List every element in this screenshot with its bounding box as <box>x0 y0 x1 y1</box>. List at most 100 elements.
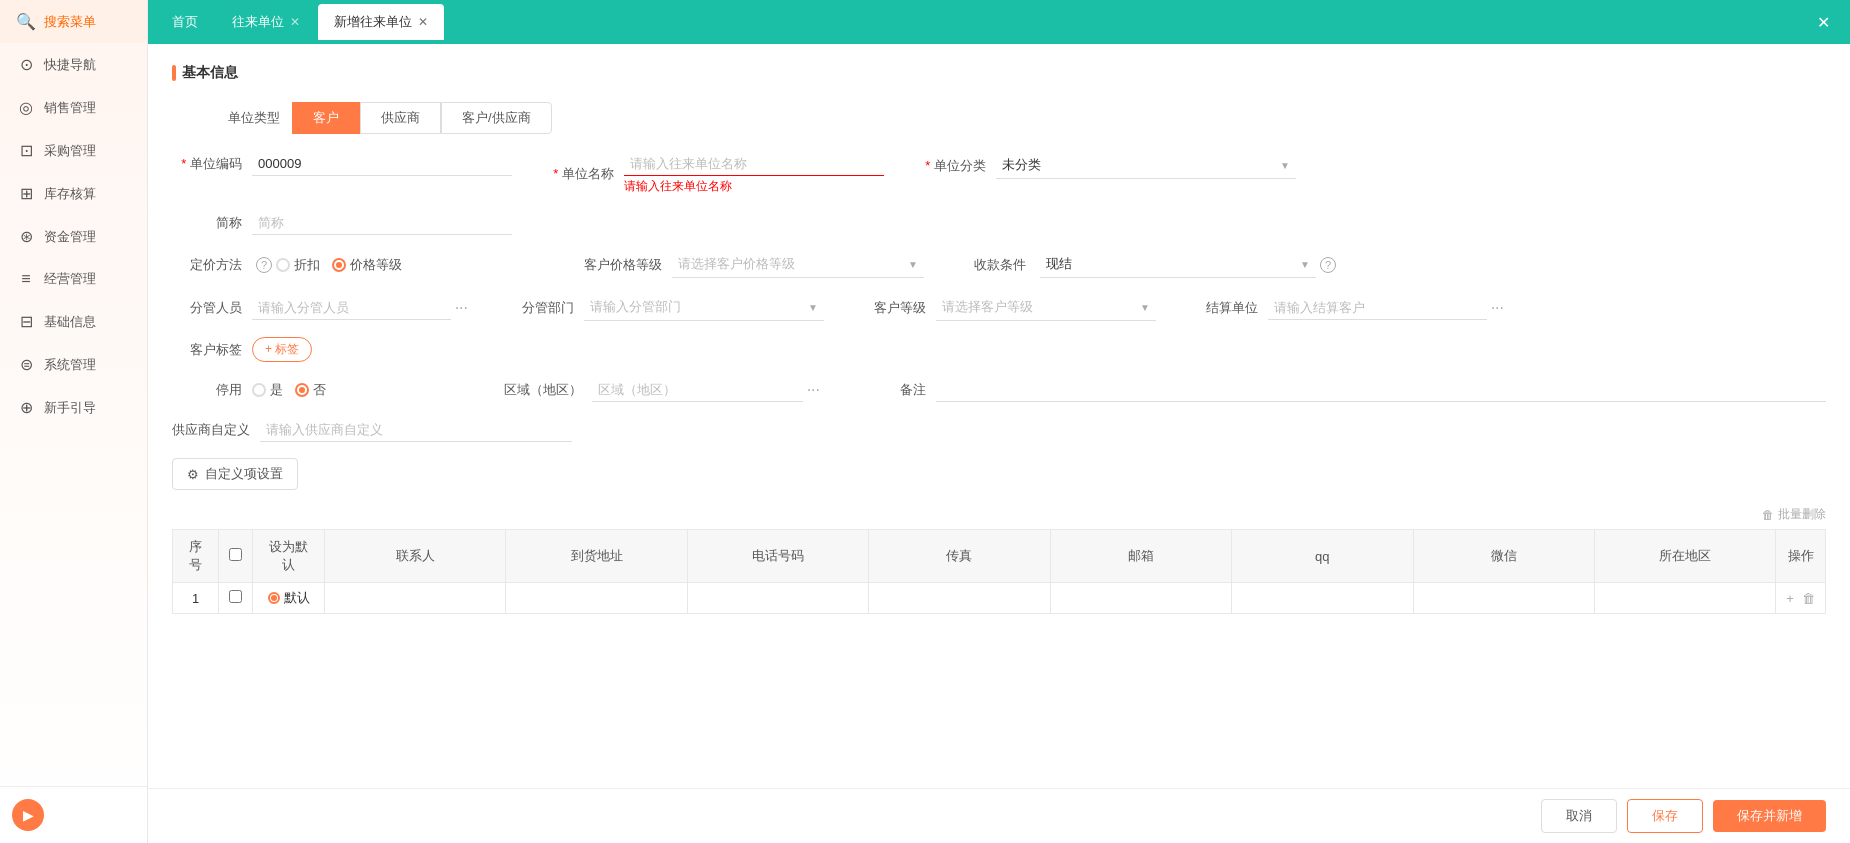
type-btn-both[interactable]: 客户/供应商 <box>441 102 552 134</box>
sidebar-item-label: 新手引导 <box>44 399 96 417</box>
radio-price-level[interactable]: 价格等级 <box>332 256 402 274</box>
wechat-input[interactable] <box>1424 591 1584 606</box>
category-select[interactable]: 未分类 ▼ <box>996 152 1296 179</box>
supplier-custom-label: 供应商自定义 <box>172 421 260 439</box>
sidebar-item-quick-nav[interactable]: ⊙ 快捷导航 <box>0 43 147 86</box>
phone-input[interactable] <box>698 591 858 606</box>
customer-price-arrow-icon: ▼ <box>908 259 918 270</box>
guide-icon: ⊕ <box>16 398 36 417</box>
settlement-input[interactable] <box>1268 296 1487 320</box>
tab-new-partner[interactable]: 新增往来单位 ✕ <box>318 4 444 40</box>
field-name: 单位名称 请输入往来单位名称 <box>544 152 884 195</box>
sidebar-item-operations[interactable]: ≡ 经营管理 <box>0 258 147 300</box>
save-button[interactable]: 保存 <box>1627 799 1703 833</box>
sidebar-footer-btn[interactable]: ▶ <box>12 799 44 831</box>
row-contact[interactable] <box>325 583 506 614</box>
sidebar-item-inventory[interactable]: ⊞ 库存核算 <box>0 172 147 215</box>
row-seq: 1 <box>173 583 219 614</box>
remark-input[interactable] <box>936 378 1826 402</box>
fax-input[interactable] <box>879 591 1039 606</box>
area-input[interactable] <box>1605 591 1765 606</box>
batch-delete-icon: 🗑 <box>1762 508 1774 522</box>
disabled-radio-group: 是 否 <box>252 381 326 399</box>
row-wechat[interactable] <box>1413 583 1594 614</box>
type-btn-supplier[interactable]: 供应商 <box>360 102 441 134</box>
row-fax[interactable] <box>869 583 1050 614</box>
row-delete-btn[interactable]: 🗑 <box>1802 591 1815 606</box>
row-email[interactable] <box>1050 583 1231 614</box>
region-input[interactable] <box>592 378 803 402</box>
sidebar-item-system[interactable]: ⊜ 系统管理 <box>0 343 147 386</box>
quick-nav-icon: ⊙ <box>16 55 36 74</box>
row-default-radio[interactable] <box>268 592 280 604</box>
radio-price-level-label: 价格等级 <box>350 256 402 274</box>
manager-dots-btn[interactable]: ··· <box>451 299 472 317</box>
supplier-custom-input[interactable] <box>260 418 572 442</box>
title-bar <box>172 65 176 81</box>
basic-icon: ⊟ <box>16 312 36 331</box>
qq-input[interactable] <box>1242 591 1402 606</box>
field-category: 单位分类 未分类 ▼ <box>916 152 1296 179</box>
unit-type-row: 单位类型 客户 供应商 客户/供应商 <box>172 102 1826 134</box>
payment-select[interactable]: 现结 ▼ <box>1040 251 1316 278</box>
payment-label: 收款条件 <box>956 256 1036 274</box>
shortname-input[interactable] <box>252 211 512 235</box>
code-input[interactable] <box>252 152 512 176</box>
sidebar-item-label: 快捷导航 <box>44 56 96 74</box>
manager-input[interactable] <box>252 296 451 320</box>
sidebar-item-sales[interactable]: ◎ 销售管理 <box>0 86 147 129</box>
address-input[interactable] <box>516 591 676 606</box>
cancel-button[interactable]: 取消 <box>1541 799 1617 833</box>
name-input[interactable] <box>624 152 884 176</box>
customer-level-select[interactable]: 请选择客户等级 ▼ <box>936 294 1156 321</box>
custom-settings-btn[interactable]: ⚙ 自定义项设置 <box>172 458 298 490</box>
customer-price-select[interactable]: 请选择客户价格等级 ▼ <box>672 251 924 278</box>
sidebar-item-finance[interactable]: ⊛ 资金管理 <box>0 215 147 258</box>
main-content: 首页 往来单位 ✕ 新增往来单位 ✕ ✕ 基本信息 单位类型 客户 供应商 客户… <box>148 0 1850 843</box>
tab-partner-close[interactable]: ✕ <box>290 15 300 29</box>
type-btn-customer[interactable]: 客户 <box>292 102 360 134</box>
email-input[interactable] <box>1061 591 1221 606</box>
region-dots-btn[interactable]: ··· <box>803 381 824 399</box>
customer-level-placeholder: 请选择客户等级 <box>942 298 1140 316</box>
batch-delete-btn[interactable]: 🗑 批量删除 <box>1762 506 1826 523</box>
row-area[interactable] <box>1594 583 1775 614</box>
sidebar-item-guide[interactable]: ⊕ 新手引导 <box>0 386 147 429</box>
customer-price-label: 客户价格等级 <box>584 256 672 274</box>
row-checkbox[interactable] <box>229 590 242 603</box>
payment-value: 现结 <box>1046 255 1300 273</box>
add-tag-btn[interactable]: + 标签 <box>252 337 312 362</box>
row-address[interactable] <box>506 583 687 614</box>
search-icon: 🔍 <box>16 12 36 31</box>
row-add-btn[interactable]: + <box>1786 591 1794 606</box>
tab-home[interactable]: 首页 <box>156 4 214 40</box>
sidebar-item-label: 销售管理 <box>44 99 96 117</box>
tab-new-partner-close[interactable]: ✕ <box>418 15 428 29</box>
sidebar-item-purchase[interactable]: ⊡ 采购管理 <box>0 129 147 172</box>
manager-label: 分管人员 <box>172 299 252 317</box>
field-shortname: 简称 <box>172 211 512 235</box>
purchase-icon: ⊡ <box>16 141 36 160</box>
radio-yes[interactable]: 是 <box>252 381 283 399</box>
settlement-dots-btn[interactable]: ··· <box>1487 299 1508 317</box>
save-new-button[interactable]: 保存并新增 <box>1713 800 1826 832</box>
pricing-help-icon[interactable]: ? <box>256 257 272 273</box>
window-close-btn[interactable]: ✕ <box>1805 13 1842 32</box>
sidebar-item-basic[interactable]: ⊟ 基础信息 <box>0 300 147 343</box>
select-all-checkbox[interactable] <box>229 548 242 561</box>
row-qq[interactable] <box>1232 583 1413 614</box>
sidebar-search[interactable]: 🔍 搜索菜单 <box>0 0 147 43</box>
radio-discount[interactable]: 折扣 <box>276 256 320 274</box>
radio-no-circle <box>295 383 309 397</box>
col-seq: 序号 <box>173 530 219 583</box>
row-phone[interactable] <box>687 583 868 614</box>
radio-no[interactable]: 否 <box>295 381 326 399</box>
tab-partner[interactable]: 往来单位 ✕ <box>216 4 316 40</box>
dept-select[interactable]: 请输入分管部门 ▼ <box>584 294 824 321</box>
payment-help-icon[interactable]: ? <box>1320 257 1336 273</box>
row-pricing: 定价方法 ? 折扣 价格等级 客户价格等级 请选择客户价格等级 <box>172 251 1826 278</box>
inventory-icon: ⊞ <box>16 184 36 203</box>
contact-input[interactable] <box>335 591 495 606</box>
category-label: 单位分类 <box>916 157 996 175</box>
field-settlement: 结算单位 ··· <box>1188 296 1508 320</box>
